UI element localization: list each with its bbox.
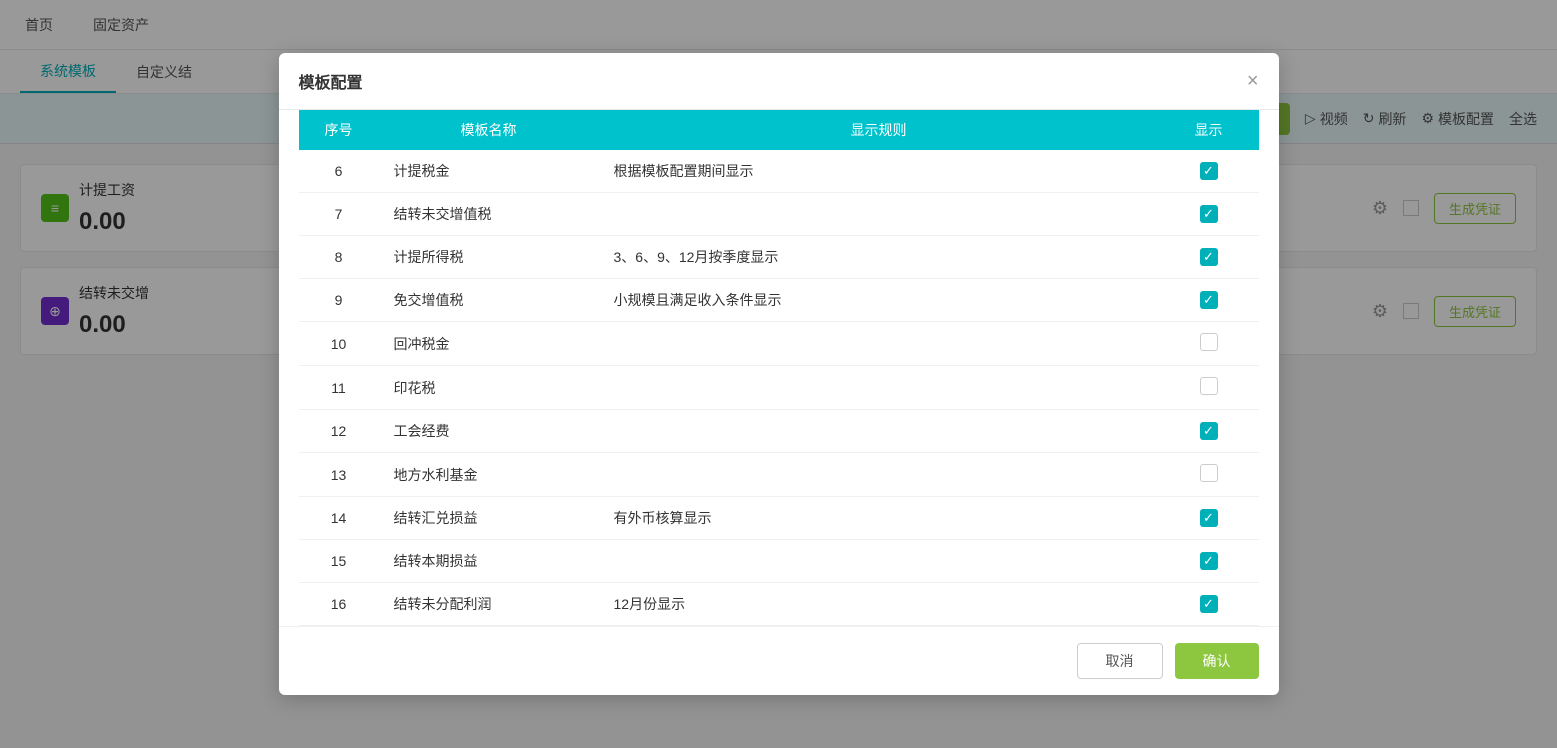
cell-seq: 10: [299, 322, 379, 366]
table-row: 14结转汇兑损益有外币核算显示 ✓: [299, 497, 1259, 540]
cell-name: 计提所得税: [379, 236, 599, 279]
modal-title: 模板配置: [299, 69, 363, 93]
table-row: 11印花税: [299, 366, 1259, 410]
cell-name: 工会经费: [379, 410, 599, 453]
cell-seq: 11: [299, 366, 379, 410]
modal: 模板配置 × 序号 模板名称 显示规则 显示 6计提税金根据模板配置期间显示✓7…: [279, 53, 1279, 695]
cell-rule: [599, 410, 1159, 453]
cell-seq: 14: [299, 497, 379, 540]
cell-name: 计提税金: [379, 150, 599, 193]
cell-rule: [599, 366, 1159, 410]
checkbox-unchecked[interactable]: [1200, 377, 1218, 395]
modal-overlay: 模板配置 × 序号 模板名称 显示规则 显示 6计提税金根据模板配置期间显示✓7…: [0, 0, 1557, 748]
cancel-button[interactable]: 取消: [1077, 643, 1163, 679]
checkbox-unchecked[interactable]: [1200, 464, 1218, 482]
modal-footer: 取消 确认: [279, 626, 1279, 695]
cell-name: 结转本期损益: [379, 540, 599, 583]
cell-name: 回冲税金: [379, 322, 599, 366]
modal-header: 模板配置 ×: [279, 53, 1279, 110]
cell-checkbox[interactable]: ✓: [1159, 236, 1259, 279]
table-row: 10回冲税金: [299, 322, 1259, 366]
col-header-rule: 显示规则: [599, 110, 1159, 150]
cell-rule: [599, 540, 1159, 583]
cell-rule: 小规模且满足收入条件显示: [599, 279, 1159, 322]
cell-seq: 8: [299, 236, 379, 279]
checkbox-checked[interactable]: ✓: [1200, 205, 1218, 223]
cell-checkbox[interactable]: ✓: [1159, 540, 1259, 583]
checkbox-unchecked[interactable]: [1200, 333, 1218, 351]
cell-rule: [599, 322, 1159, 366]
cell-rule: 有外币核算显示: [599, 497, 1159, 540]
cell-seq: 7: [299, 193, 379, 236]
cell-name: 结转未分配利润: [379, 583, 599, 626]
cell-checkbox[interactable]: ✓: [1159, 193, 1259, 236]
table-row: 9免交增值税小规模且满足收入条件显示 ✓: [299, 279, 1259, 322]
table-header: 序号 模板名称 显示规则 显示: [299, 110, 1259, 150]
cell-rule: 3、6、9、12月按季度显示: [599, 236, 1159, 279]
cell-rule: [599, 193, 1159, 236]
table-row: 12工会经费 ✓: [299, 410, 1259, 453]
table-row: 6计提税金根据模板配置期间显示 ✓: [299, 150, 1259, 193]
table-row: 15结转本期损益 ✓: [299, 540, 1259, 583]
cell-name: 结转未交增值税: [379, 193, 599, 236]
checkbox-checked[interactable]: ✓: [1200, 248, 1218, 266]
cell-name: 地方水利基金: [379, 453, 599, 497]
cell-checkbox[interactable]: ✓: [1159, 497, 1259, 540]
config-table: 序号 模板名称 显示规则 显示 6计提税金根据模板配置期间显示✓7结转未交增值税…: [299, 110, 1259, 626]
confirm-button[interactable]: 确认: [1175, 643, 1259, 679]
checkbox-checked[interactable]: ✓: [1200, 162, 1218, 180]
cell-checkbox[interactable]: [1159, 366, 1259, 410]
table-row: 13地方水利基金: [299, 453, 1259, 497]
checkbox-checked[interactable]: ✓: [1200, 509, 1218, 527]
table-row: 7结转未交增值税 ✓: [299, 193, 1259, 236]
checkbox-checked[interactable]: ✓: [1200, 552, 1218, 570]
cell-name: 印花税: [379, 366, 599, 410]
cell-seq: 12: [299, 410, 379, 453]
cell-checkbox[interactable]: [1159, 453, 1259, 497]
cell-rule: 根据模板配置期间显示: [599, 150, 1159, 193]
cell-seq: 13: [299, 453, 379, 497]
cell-rule: 12月份显示: [599, 583, 1159, 626]
cell-checkbox[interactable]: ✓: [1159, 279, 1259, 322]
modal-close-button[interactable]: ×: [1247, 71, 1259, 91]
cell-rule: [599, 453, 1159, 497]
checkbox-checked[interactable]: ✓: [1200, 595, 1218, 613]
col-header-seq: 序号: [299, 110, 379, 150]
table-row: 16结转未分配利润12月份显示 ✓: [299, 583, 1259, 626]
modal-table-container: 序号 模板名称 显示规则 显示 6计提税金根据模板配置期间显示✓7结转未交增值税…: [279, 110, 1279, 626]
cell-checkbox[interactable]: ✓: [1159, 150, 1259, 193]
col-header-name: 模板名称: [379, 110, 599, 150]
checkbox-checked[interactable]: ✓: [1200, 422, 1218, 440]
cell-name: 免交增值税: [379, 279, 599, 322]
cell-checkbox[interactable]: ✓: [1159, 583, 1259, 626]
cell-name: 结转汇兑损益: [379, 497, 599, 540]
checkbox-checked[interactable]: ✓: [1200, 291, 1218, 309]
table-row: 8计提所得税3、6、9、12月按季度显示 ✓: [299, 236, 1259, 279]
cell-checkbox[interactable]: ✓: [1159, 410, 1259, 453]
cell-seq: 6: [299, 150, 379, 193]
cell-seq: 15: [299, 540, 379, 583]
col-header-display: 显示: [1159, 110, 1259, 150]
cell-seq: 16: [299, 583, 379, 626]
cell-checkbox[interactable]: [1159, 322, 1259, 366]
cell-seq: 9: [299, 279, 379, 322]
table-body: 6计提税金根据模板配置期间显示✓7结转未交增值税✓8计提所得税3、6、9、12月…: [299, 150, 1259, 626]
